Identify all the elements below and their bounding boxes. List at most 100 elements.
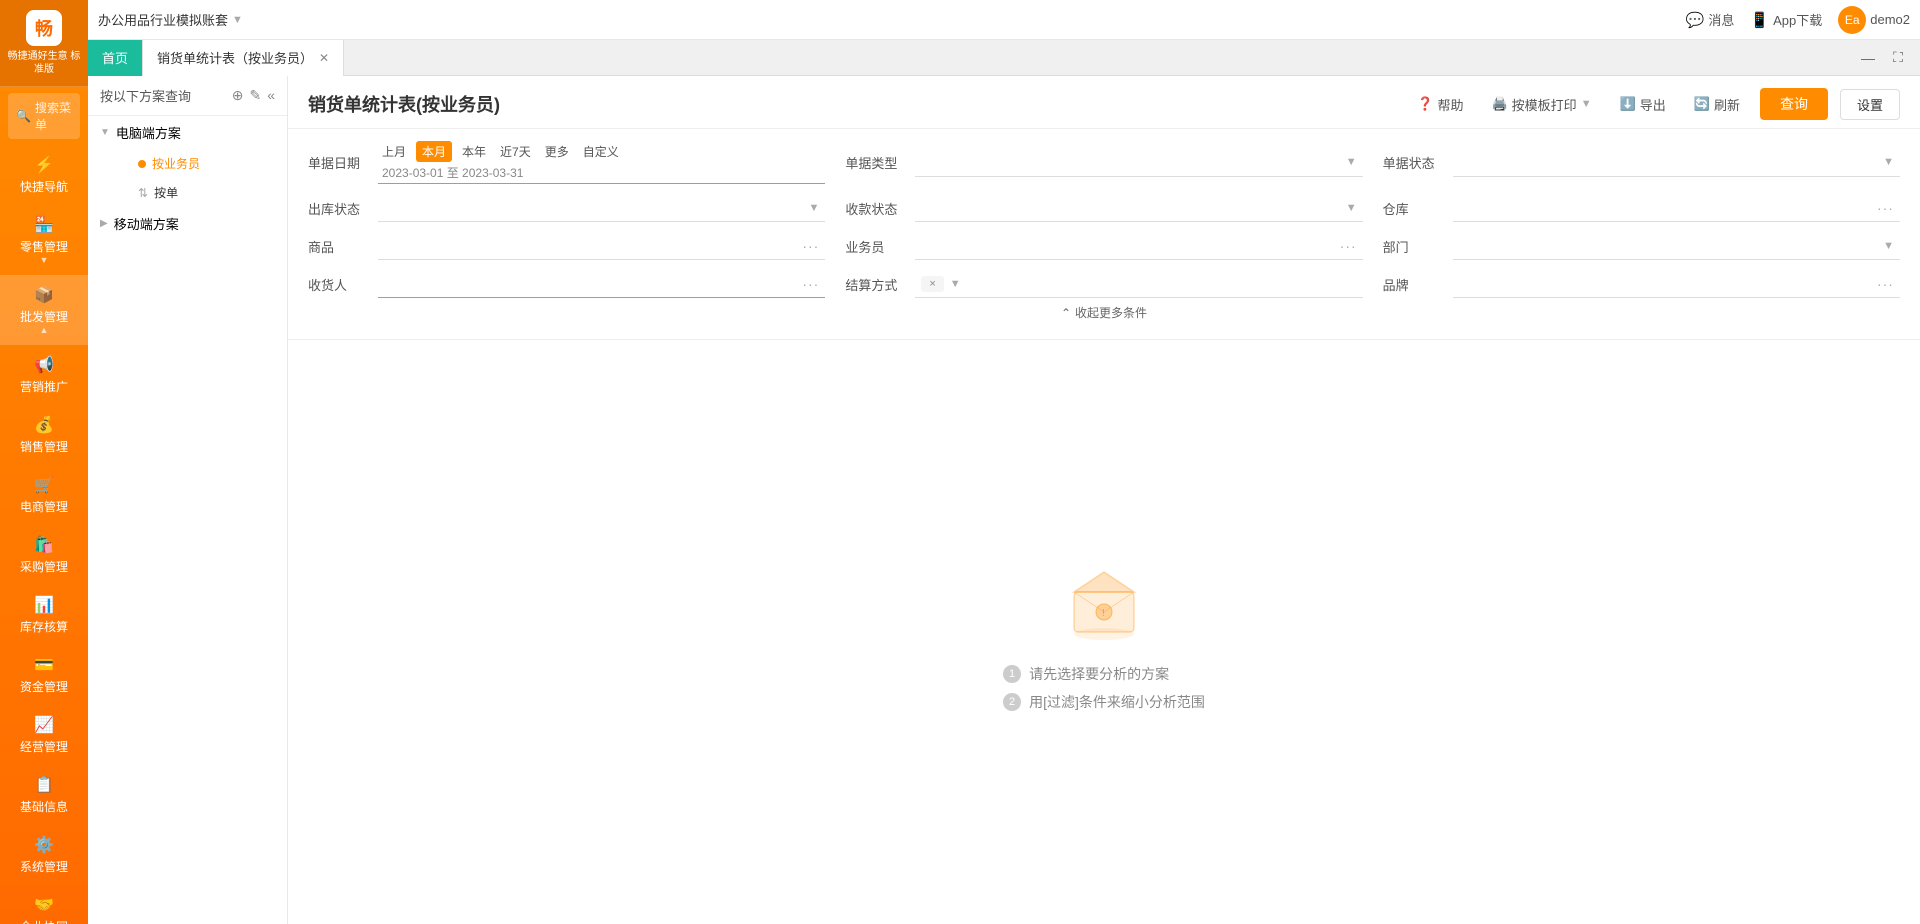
sidebar-item-purchase[interactable]: 🛍️ 采购管理: [0, 525, 88, 585]
left-panel-icons: ⊕ ✎ «: [232, 87, 275, 104]
add-scheme-icon[interactable]: ⊕: [232, 87, 244, 104]
account-name: 办公用品行业模拟账套: [98, 10, 228, 29]
topbar-right: 💬 消息 📱 App下载 Ea demo2: [1686, 6, 1910, 34]
search-icon: 🔍: [16, 109, 31, 123]
sidebar-item-wholesale[interactable]: 📦 批发管理 ▲: [0, 275, 88, 345]
sales-label: 销售管理: [20, 438, 68, 455]
inventory-label: 库存核算: [20, 618, 68, 635]
docstatus-label: 单据状态: [1383, 153, 1453, 172]
dept-select[interactable]: ▼: [1453, 232, 1900, 260]
empty-state: ! 1 请先选择要分析的方案 2 用[过滤]条件来缩小分析范围: [288, 340, 1920, 924]
tab-home[interactable]: 首页: [88, 40, 143, 76]
warehouse-select[interactable]: ···: [1453, 194, 1900, 222]
ops-label: 经营管理: [20, 738, 68, 755]
doctype-select[interactable]: ▼: [915, 149, 1362, 177]
sidebar-item-retail[interactable]: 🏪 零售管理 ▼: [0, 205, 88, 275]
goods-select[interactable]: ···: [378, 232, 825, 260]
sidebar-item-finance[interactable]: 💳 资金管理: [0, 645, 88, 705]
wholesale-icon: 📦: [34, 285, 54, 305]
date-more[interactable]: 更多: [541, 141, 573, 162]
recipient-input[interactable]: ···: [378, 270, 825, 298]
sidebar-item-basic[interactable]: 📋 基础信息: [0, 765, 88, 825]
date-this-year[interactable]: 本年: [458, 141, 490, 162]
avatar: Ea: [1838, 6, 1866, 34]
filter-row-4: 收货人 ··· 结算方式 × ▼: [308, 270, 1900, 298]
sidebar-item-ops[interactable]: 📈 经营管理: [0, 705, 88, 765]
tab-close-icon[interactable]: ✕: [319, 51, 329, 65]
help-btn[interactable]: ❓ 帮助: [1409, 91, 1471, 118]
tree-item-by-salesperson[interactable]: 按业务员: [88, 149, 287, 178]
collapse-button[interactable]: ⌃ 收起更多条件: [308, 298, 1900, 327]
marketing-icon: 📢: [34, 355, 54, 375]
payment-select[interactable]: × ▼: [915, 270, 1362, 298]
brand-select[interactable]: ···: [1453, 270, 1900, 298]
user-menu[interactable]: Ea demo2: [1838, 6, 1910, 34]
sales-icon: 💰: [34, 415, 54, 435]
page-actions: ❓ 帮助 🖨️ 按模板打印 ▼ ⬇️ 导出 🔄 刷新: [1409, 88, 1900, 120]
refresh-icon: 🔄: [1694, 96, 1710, 112]
dept-arrow: ▼: [1883, 240, 1894, 252]
date-range[interactable]: 2023-03-01 至 2023-03-31: [378, 162, 825, 184]
tip-num-2: 2: [1003, 693, 1021, 711]
refresh-btn[interactable]: 🔄 刷新: [1686, 91, 1748, 118]
retail-icon: 🏪: [34, 215, 54, 235]
tab-minimize-btn[interactable]: —: [1856, 46, 1880, 70]
sidebar-item-marketing[interactable]: 📢 营销推广: [0, 345, 88, 405]
payment-tag: ×: [921, 276, 943, 292]
settings-button[interactable]: 设置: [1840, 89, 1900, 120]
ecom-icon: 🛒: [34, 475, 54, 495]
outstatus-select[interactable]: ▼: [378, 194, 825, 222]
app-download-btn[interactable]: 📱 App下载: [1750, 10, 1822, 29]
sidebar-item-ecom[interactable]: 🛒 电商管理: [0, 465, 88, 525]
print-btn[interactable]: 🖨️ 按模板打印 ▼: [1483, 91, 1599, 118]
sidebar-item-sales[interactable]: 💰 销售管理: [0, 405, 88, 465]
tip-text-2: 用[过滤]条件来缩小分析范围: [1029, 692, 1205, 712]
export-btn[interactable]: ⬇️ 导出: [1612, 91, 1674, 118]
docstatus-select[interactable]: ▼: [1453, 149, 1900, 177]
message-btn[interactable]: 💬 消息: [1686, 10, 1735, 29]
query-button[interactable]: 查询: [1760, 88, 1828, 120]
filter-collectstatus-cell: 收款状态 ▼: [845, 194, 1362, 222]
salesperson-select[interactable]: ···: [915, 232, 1362, 260]
purchase-label: 采购管理: [20, 558, 68, 575]
sidebar-item-quick-nav[interactable]: ⚡ 快捷导航: [0, 145, 88, 205]
date-shortcuts: 上月 本月 本年 近7天 更多 自定义: [378, 141, 825, 162]
collapse-panel-icon[interactable]: «: [267, 87, 275, 104]
outstatus-label: 出库状态: [308, 199, 378, 218]
system-label: 系统管理: [20, 858, 68, 875]
date-last-month[interactable]: 上月: [378, 141, 410, 162]
goods-label: 商品: [308, 237, 378, 256]
tree-item-by-order[interactable]: ⇅ 按单: [88, 178, 287, 207]
date-label: 单据日期: [308, 153, 378, 172]
left-panel-header: 按以下方案查询 ⊕ ✎ «: [88, 76, 287, 116]
brand-label: 品牌: [1383, 275, 1453, 294]
tree-mobile-scheme[interactable]: ▶ 移动端方案: [88, 207, 287, 240]
message-label: 消息: [1708, 10, 1734, 29]
payment-tag-close[interactable]: ×: [929, 278, 935, 290]
help-icon: ❓: [1417, 96, 1433, 112]
basic-label: 基础信息: [20, 798, 68, 815]
sidebar-item-system[interactable]: ⚙️ 系统管理: [0, 825, 88, 885]
date-7days[interactable]: 近7天: [496, 141, 535, 162]
page-header: 销货单统计表(按业务员) ❓ 帮助 🖨️ 按模板打印 ▼ ⬇️ 导出: [288, 76, 1920, 129]
sidebar-search[interactable]: 🔍 搜索菜单: [8, 93, 80, 139]
account-selector[interactable]: 办公用品行业模拟账套 ▼: [98, 10, 243, 29]
tree-arrow-pc: ▼: [100, 127, 110, 138]
date-custom[interactable]: 自定义: [579, 141, 623, 162]
tree-pc-scheme[interactable]: ▼ 电脑端方案: [88, 116, 287, 149]
edit-scheme-icon[interactable]: ✎: [249, 87, 261, 104]
collectstatus-select[interactable]: ▼: [915, 194, 1362, 222]
empty-illustration: !: [1054, 552, 1154, 652]
tabbar: 首页 销货单统计表（按业务员） ✕ — ⛶: [88, 40, 1920, 76]
retail-arrow: ▼: [40, 255, 49, 265]
tab-maximize-btn[interactable]: ⛶: [1886, 46, 1910, 70]
sidebar-item-corp[interactable]: 🤝 企业协同: [0, 885, 88, 924]
filter-docstatus-cell: 单据状态 ▼: [1383, 141, 1900, 184]
page-title: 销货单统计表(按业务员): [308, 91, 500, 117]
sidebar-item-inventory[interactable]: 📊 库存核算: [0, 585, 88, 645]
tab-sales-report[interactable]: 销货单统计表（按业务员） ✕: [143, 40, 344, 76]
export-icon: ⬇️: [1620, 96, 1636, 112]
date-this-month[interactable]: 本月: [416, 141, 452, 162]
print-icon: 🖨️: [1491, 96, 1507, 112]
warehouse-dots: ···: [1877, 200, 1894, 216]
